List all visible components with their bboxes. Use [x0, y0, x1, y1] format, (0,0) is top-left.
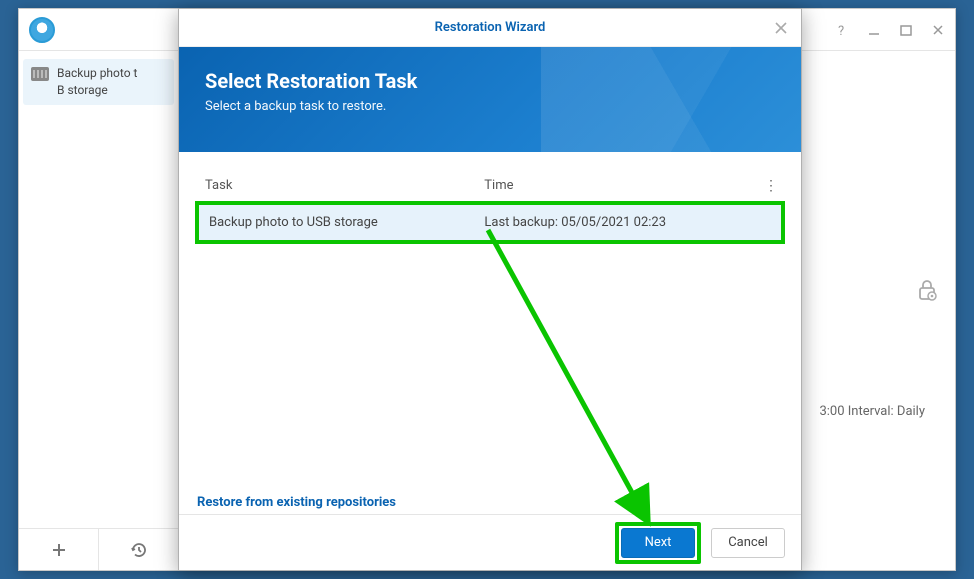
restore-from-repositories-link[interactable]: Restore from existing repositories — [179, 485, 801, 514]
next-button[interactable]: Next — [621, 528, 695, 558]
bg-sidebar: Backup photo t B storage — [19, 51, 179, 528]
add-button[interactable] — [19, 529, 99, 570]
task-table: Task Time ⋮ Backup photo to USB storage … — [195, 170, 785, 244]
close-icon[interactable] — [931, 23, 945, 37]
svg-text:?: ? — [838, 24, 844, 37]
wizard-body: Task Time ⋮ Backup photo to USB storage … — [179, 152, 801, 485]
sidebar-item-label: Backup photo t B storage — [57, 65, 137, 99]
lock-icon[interactable] — [917, 290, 937, 305]
wizard-header: Select Restoration Task Select a backup … — [179, 47, 801, 152]
history-button[interactable] — [99, 529, 178, 570]
wizard-subtitle: Select a backup task to restore. — [205, 99, 775, 114]
bg-schedule-text: 3:00 Interval: Daily — [819, 404, 925, 419]
wizard-title: Restoration Wizard — [435, 20, 546, 35]
task-table-header: Task Time ⋮ — [195, 170, 785, 201]
wizard-footer: Next Cancel — [179, 514, 801, 570]
column-header-time[interactable]: Time — [484, 178, 775, 193]
app-logo-icon — [29, 17, 55, 43]
wizard-heading: Select Restoration Task — [205, 69, 775, 93]
bg-window-controls: ? — [835, 23, 945, 37]
minimize-icon[interactable] — [867, 23, 881, 37]
maximize-icon[interactable] — [899, 23, 913, 37]
wizard-titlebar: Restoration Wizard — [179, 9, 801, 47]
bg-lock-area — [917, 279, 937, 305]
task-row-name: Backup photo to USB storage — [209, 215, 484, 230]
storage-icon — [31, 67, 49, 81]
task-row-time: Last backup: 05/05/2021 02:23 — [484, 215, 771, 230]
help-icon[interactable]: ? — [835, 23, 849, 37]
column-header-task[interactable]: Task — [205, 178, 484, 193]
cancel-button[interactable]: Cancel — [711, 528, 785, 558]
table-header-menu-icon[interactable]: ⋮ — [764, 178, 777, 194]
sidebar-item-backup-task[interactable]: Backup photo t B storage — [23, 59, 174, 105]
bg-footer — [19, 528, 179, 570]
wizard-close-button[interactable] — [771, 18, 791, 38]
restoration-wizard-dialog: Restoration Wizard Select Restoration Ta… — [178, 8, 802, 571]
next-button-highlight: Next — [615, 522, 701, 564]
task-row[interactable]: Backup photo to USB storage Last backup:… — [195, 201, 785, 244]
